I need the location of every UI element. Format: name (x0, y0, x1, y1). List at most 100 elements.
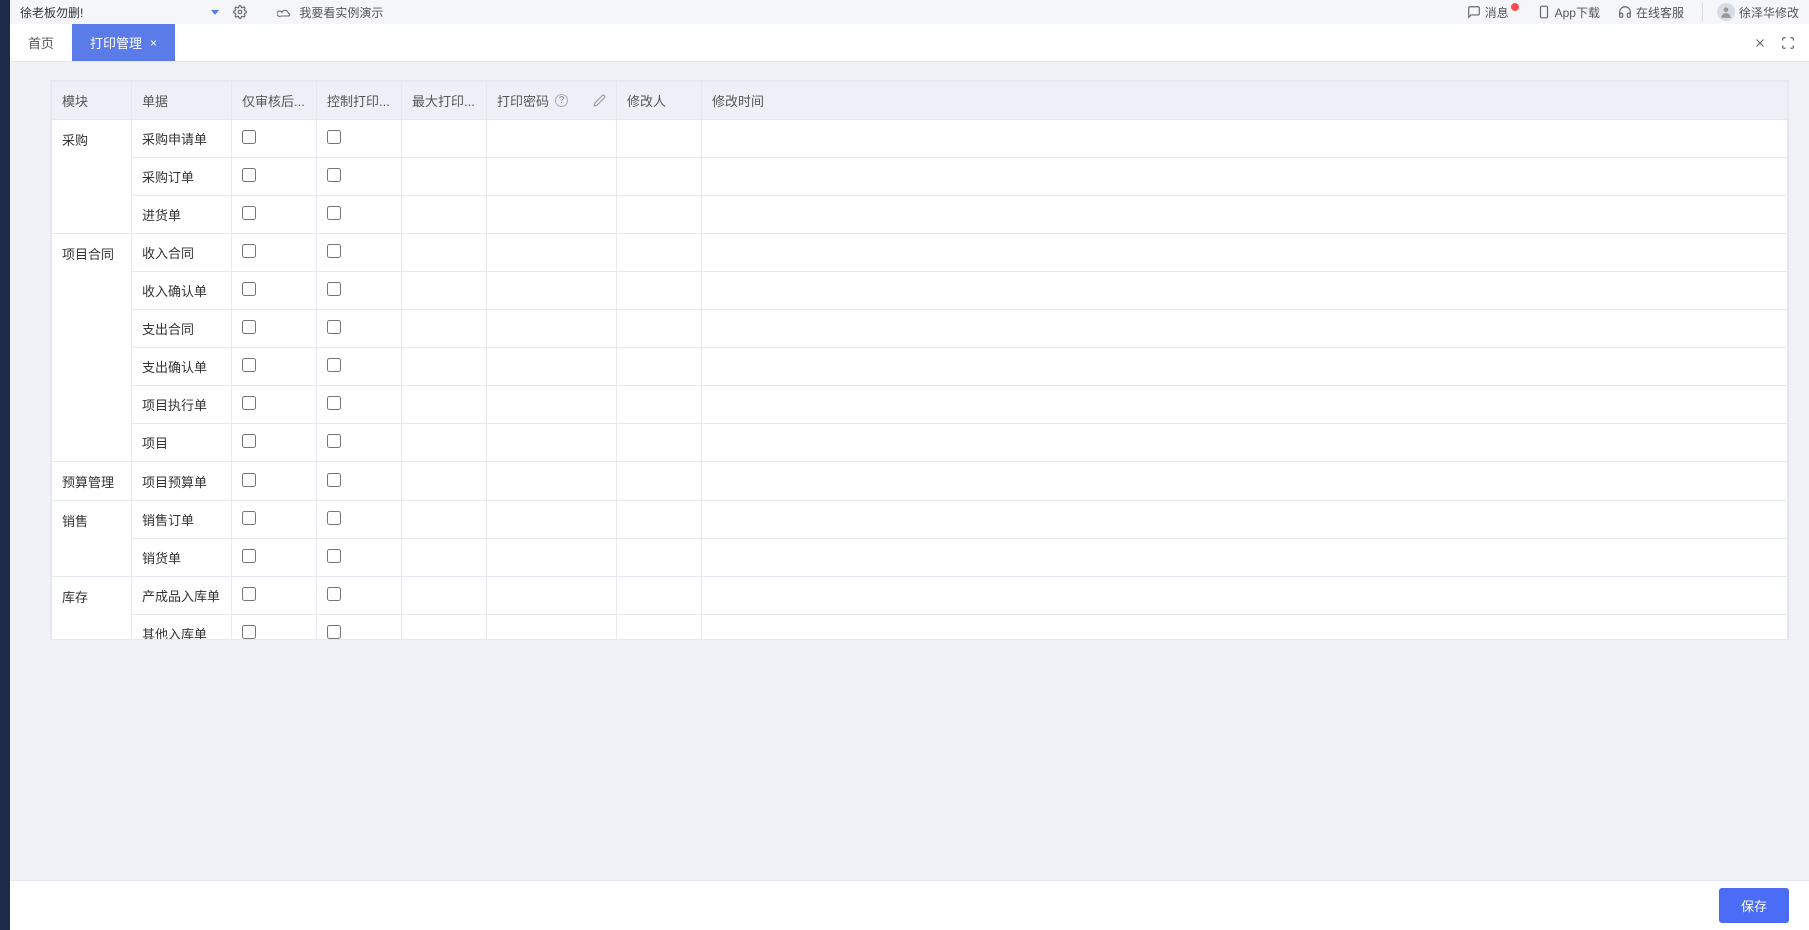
print-password-cell[interactable] (487, 234, 617, 272)
approval-checkbox[interactable] (242, 473, 256, 487)
control-checkbox-cell (317, 501, 402, 539)
control-checkbox-cell (317, 462, 402, 501)
print-password-cell[interactable] (487, 424, 617, 462)
app-download-link[interactable]: App下载 (1537, 4, 1600, 21)
control-checkbox[interactable] (327, 244, 341, 258)
max-print-cell[interactable] (402, 196, 487, 234)
max-print-cell[interactable] (402, 234, 487, 272)
control-checkbox[interactable] (327, 168, 341, 182)
max-print-cell[interactable] (402, 577, 487, 615)
max-print-cell[interactable] (402, 272, 487, 310)
print-password-cell[interactable] (487, 348, 617, 386)
max-print-cell[interactable] (402, 348, 487, 386)
control-checkbox[interactable] (327, 130, 341, 144)
approval-checkbox[interactable] (242, 168, 256, 182)
phone-icon (1537, 5, 1551, 19)
max-print-cell[interactable] (402, 462, 487, 501)
control-checkbox[interactable] (327, 282, 341, 296)
max-print-cell[interactable] (402, 310, 487, 348)
demo-label: 我要看实例演示 (299, 4, 383, 21)
approval-checkbox[interactable] (242, 396, 256, 410)
approval-checkbox[interactable] (242, 206, 256, 220)
approval-checkbox-cell (232, 348, 317, 386)
document-cell: 进货单 (132, 196, 232, 234)
control-checkbox-cell (317, 196, 402, 234)
modified-by-cell (617, 158, 702, 196)
document-cell: 项目预算单 (132, 462, 232, 501)
print-password-cell[interactable] (487, 158, 617, 196)
max-print-cell[interactable] (402, 539, 487, 577)
control-checkbox[interactable] (327, 549, 341, 563)
control-checkbox[interactable] (327, 206, 341, 220)
print-password-cell[interactable] (487, 577, 617, 615)
help-icon[interactable]: ? (555, 94, 568, 107)
close-all-icon[interactable] (1753, 36, 1767, 50)
control-checkbox[interactable] (327, 320, 341, 334)
org-selector[interactable]: 徐老板勿删! (20, 4, 219, 21)
module-cell: 销售 (52, 501, 132, 577)
approval-checkbox[interactable] (242, 549, 256, 563)
print-password-cell[interactable] (487, 539, 617, 577)
control-checkbox[interactable] (327, 511, 341, 525)
document-cell: 收入确认单 (132, 272, 232, 310)
print-password-cell[interactable] (487, 462, 617, 501)
max-print-cell[interactable] (402, 386, 487, 424)
close-icon[interactable]: × (150, 36, 157, 50)
table-row: 库存产成品入库单 (52, 577, 1788, 615)
control-checkbox-cell (317, 386, 402, 424)
approval-checkbox[interactable] (242, 320, 256, 334)
gear-icon[interactable] (233, 5, 247, 19)
approval-checkbox[interactable] (242, 587, 256, 601)
approval-checkbox[interactable] (242, 358, 256, 372)
max-print-cell[interactable] (402, 120, 487, 158)
control-checkbox[interactable] (327, 473, 341, 487)
table-row: 销售销售订单 (52, 501, 1788, 539)
demo-link[interactable]: 我要看实例演示 (277, 4, 383, 21)
control-checkbox-cell (317, 310, 402, 348)
control-checkbox[interactable] (327, 396, 341, 410)
modified-by-cell (617, 501, 702, 539)
max-print-cell[interactable] (402, 501, 487, 539)
approval-checkbox[interactable] (242, 511, 256, 525)
document-cell: 支出合同 (132, 310, 232, 348)
print-password-cell[interactable] (487, 272, 617, 310)
control-checkbox-cell (317, 348, 402, 386)
control-checkbox[interactable] (327, 625, 341, 639)
print-password-cell[interactable] (487, 501, 617, 539)
online-service-link[interactable]: 在线客服 (1618, 4, 1684, 21)
max-print-cell[interactable] (402, 615, 487, 640)
approval-checkbox[interactable] (242, 130, 256, 144)
th-print-password-label: 打印密码 (497, 91, 549, 110)
approval-checkbox-cell (232, 462, 317, 501)
print-password-cell[interactable] (487, 615, 617, 640)
fullscreen-icon[interactable] (1781, 36, 1795, 50)
th-modified-time: 修改时间 (702, 82, 1788, 120)
print-password-cell[interactable] (487, 196, 617, 234)
table-row: 采购订单 (52, 158, 1788, 196)
messages-link[interactable]: 消息 (1467, 4, 1519, 21)
modified-by-cell (617, 348, 702, 386)
max-print-cell[interactable] (402, 158, 487, 196)
save-button[interactable]: 保存 (1719, 888, 1789, 923)
user-menu[interactable]: 徐泽华修改 (1702, 3, 1799, 21)
control-checkbox[interactable] (327, 358, 341, 372)
approval-checkbox[interactable] (242, 244, 256, 258)
print-password-cell[interactable] (487, 120, 617, 158)
edit-icon[interactable] (593, 94, 606, 107)
approval-checkbox[interactable] (242, 282, 256, 296)
approval-checkbox-cell (232, 386, 317, 424)
document-cell: 销货单 (132, 539, 232, 577)
messages-label: 消息 (1485, 4, 1509, 21)
approval-checkbox-cell (232, 615, 317, 640)
control-checkbox[interactable] (327, 587, 341, 601)
approval-checkbox[interactable] (242, 434, 256, 448)
tab-home-label: 首页 (28, 33, 54, 52)
table-row: 销货单 (52, 539, 1788, 577)
max-print-cell[interactable] (402, 424, 487, 462)
tab-home[interactable]: 首页 (10, 24, 72, 61)
print-password-cell[interactable] (487, 386, 617, 424)
approval-checkbox[interactable] (242, 625, 256, 639)
tab-print-management[interactable]: 打印管理 × (72, 24, 175, 61)
control-checkbox[interactable] (327, 434, 341, 448)
print-password-cell[interactable] (487, 310, 617, 348)
